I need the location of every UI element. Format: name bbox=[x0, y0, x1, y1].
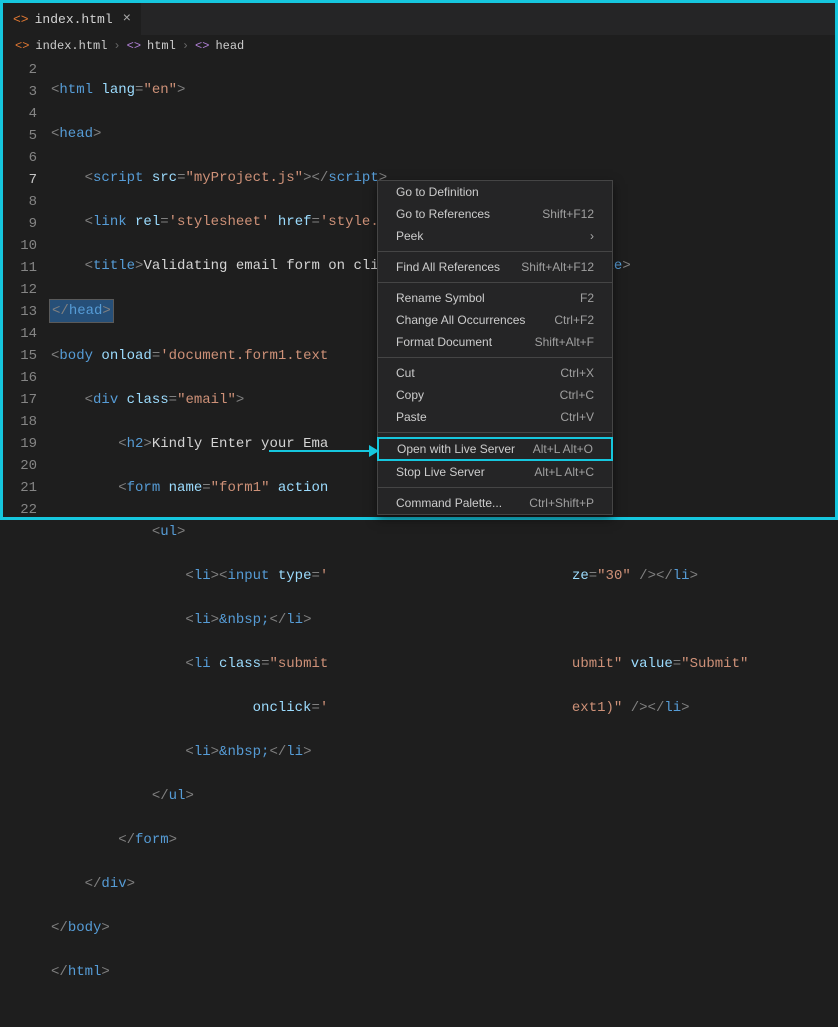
menu-peek[interactable]: Peek bbox=[378, 225, 612, 247]
breadcrumb-symbol[interactable]: html bbox=[147, 39, 176, 53]
close-icon[interactable]: × bbox=[123, 11, 131, 27]
menu-separator bbox=[378, 251, 612, 252]
menu-separator bbox=[378, 282, 612, 283]
menu-separator bbox=[378, 432, 612, 433]
tab-index-html[interactable]: <> index.html × bbox=[3, 3, 141, 35]
menu-cut[interactable]: CutCtrl+X bbox=[378, 362, 612, 384]
html-file-icon: <> bbox=[13, 12, 29, 27]
annotation-arrow bbox=[269, 450, 377, 452]
symbol-icon: <> bbox=[127, 39, 141, 53]
menu-separator bbox=[378, 357, 612, 358]
chevron-right-icon: › bbox=[113, 39, 120, 53]
menu-stop-live-server[interactable]: Stop Live ServerAlt+L Alt+C bbox=[378, 461, 612, 483]
menu-copy[interactable]: CopyCtrl+C bbox=[378, 384, 612, 406]
html-file-icon: <> bbox=[15, 39, 29, 53]
line-numbers: 2345678910111213141516171819202122 bbox=[3, 57, 51, 1027]
menu-goto-definition[interactable]: Go to Definition bbox=[378, 181, 612, 203]
context-menu: Go to Definition Go to ReferencesShift+F… bbox=[377, 180, 613, 515]
menu-find-all-references[interactable]: Find All ReferencesShift+Alt+F12 bbox=[378, 256, 612, 278]
menu-goto-references[interactable]: Go to ReferencesShift+F12 bbox=[378, 203, 612, 225]
chevron-right-icon: › bbox=[182, 39, 189, 53]
menu-format-document[interactable]: Format DocumentShift+Alt+F bbox=[378, 331, 612, 353]
breadcrumb-file[interactable]: index.html bbox=[35, 39, 107, 53]
menu-open-live-server[interactable]: Open with Live ServerAlt+L Alt+O bbox=[377, 437, 613, 461]
tab-label: index.html bbox=[35, 12, 113, 27]
menu-paste[interactable]: PasteCtrl+V bbox=[378, 406, 612, 428]
tab-bar: <> index.html × bbox=[3, 3, 835, 35]
menu-separator bbox=[378, 487, 612, 488]
menu-rename-symbol[interactable]: Rename SymbolF2 bbox=[378, 287, 612, 309]
menu-change-all[interactable]: Change All OccurrencesCtrl+F2 bbox=[378, 309, 612, 331]
symbol-icon: <> bbox=[195, 39, 209, 53]
breadcrumb[interactable]: <> index.html › <> html › <> head bbox=[3, 35, 835, 57]
menu-command-palette[interactable]: Command Palette...Ctrl+Shift+P bbox=[378, 492, 612, 514]
breadcrumb-symbol[interactable]: head bbox=[215, 39, 244, 53]
